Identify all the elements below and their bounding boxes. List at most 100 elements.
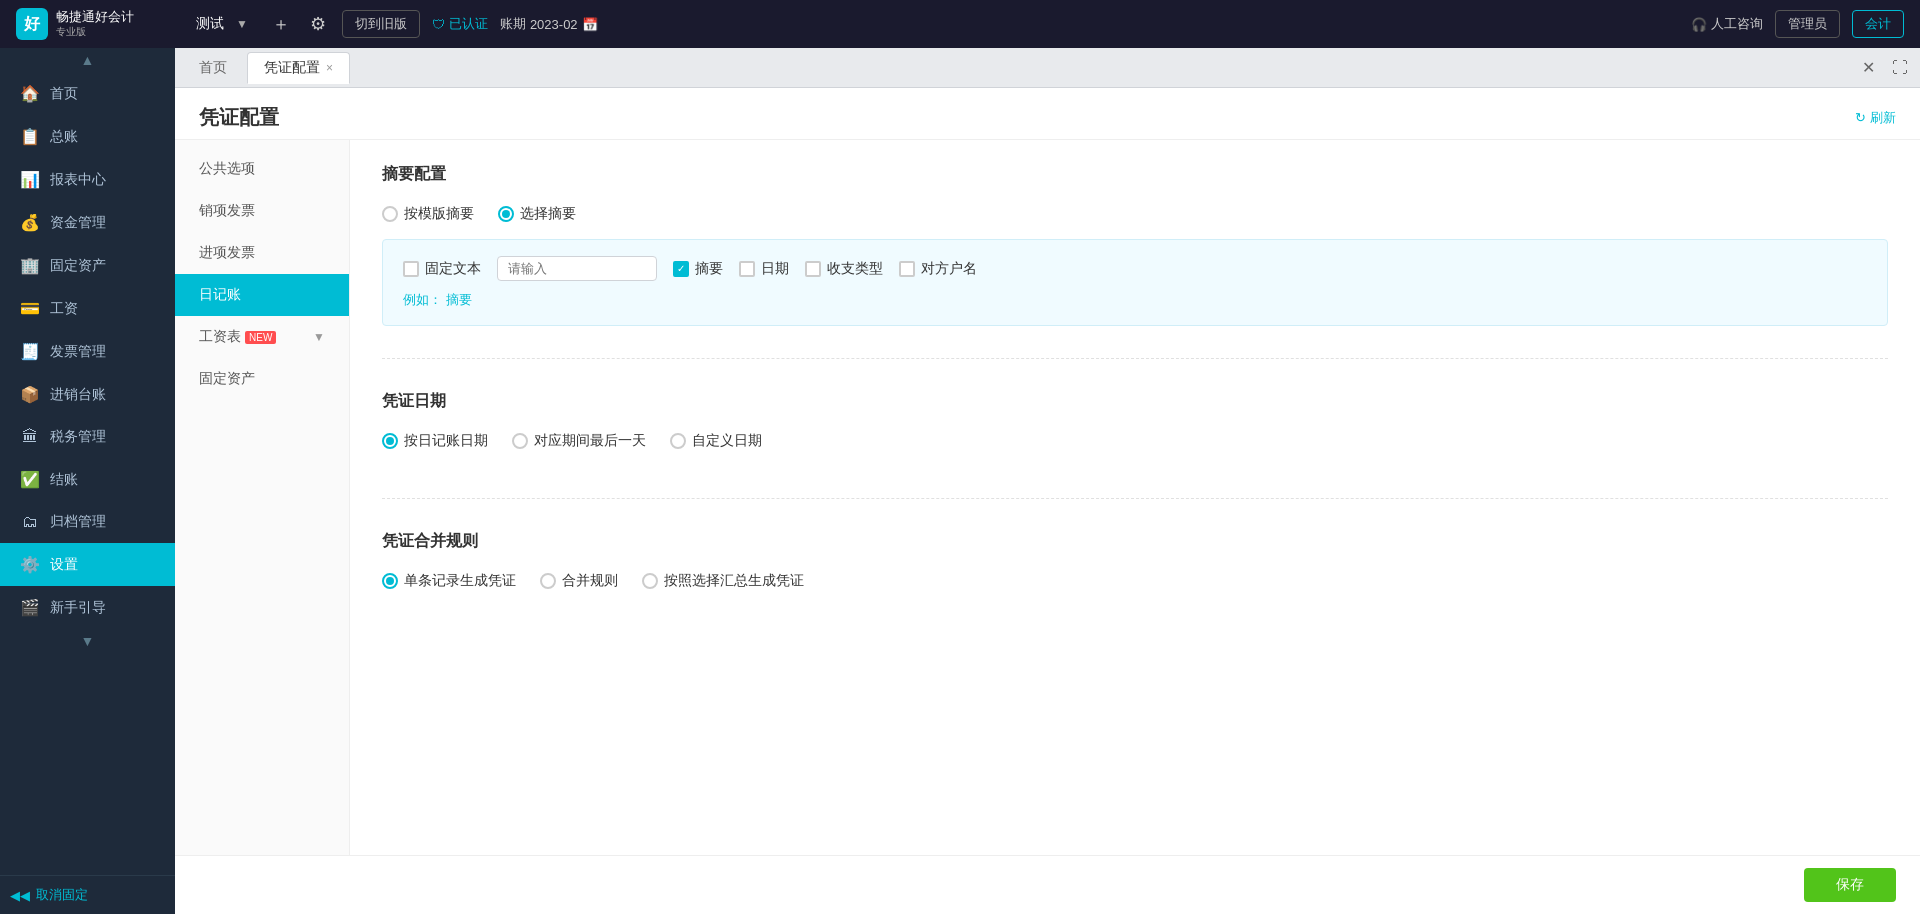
cancel-fixed-label: 取消固定 bbox=[36, 886, 88, 904]
journal-date-label: 按日记账日期 bbox=[404, 432, 488, 450]
sidebar-item-close[interactable]: ✅ 结账 bbox=[0, 458, 175, 501]
sidebar-item-settings[interactable]: ⚙️ 设置 bbox=[0, 543, 175, 586]
left-nav-sales_invoice[interactable]: 销项发票 bbox=[175, 190, 349, 232]
sidebar-label-tax: 税务管理 bbox=[50, 428, 106, 446]
radio-select-summary[interactable]: 选择摘要 bbox=[498, 205, 576, 223]
checkbox-fixed-text[interactable]: 固定文本 bbox=[403, 260, 481, 278]
radio-journal-date[interactable]: 按日记账日期 bbox=[382, 432, 488, 450]
checkbox-counterpart[interactable]: 对方户名 bbox=[899, 260, 977, 278]
company-dropdown-icon[interactable]: ▼ bbox=[236, 17, 248, 31]
sidebar-icon-guide: 🎬 bbox=[20, 598, 40, 617]
save-button[interactable]: 保存 bbox=[1804, 868, 1896, 902]
scroll-up-btn[interactable]: ▲ bbox=[0, 48, 175, 72]
radio-template-summary[interactable]: 按模版摘要 bbox=[382, 205, 474, 223]
custom-date-label: 自定义日期 bbox=[692, 432, 762, 450]
settings-icon[interactable]: ⚙ bbox=[306, 9, 330, 39]
income-type-checkbox bbox=[805, 261, 821, 277]
logo-icon: 好 bbox=[16, 8, 48, 40]
refresh-button[interactable]: ↻ 刷新 bbox=[1855, 109, 1896, 127]
sidebar-item-report[interactable]: 📊 报表中心 bbox=[0, 158, 175, 201]
company-name: 测试 bbox=[196, 15, 224, 33]
calendar-icon[interactable]: 📅 bbox=[582, 17, 598, 32]
left-nav-label-journal: 日记账 bbox=[199, 286, 241, 302]
summary-config-section: 摘要配置 按模版摘要 选择摘要 bbox=[382, 164, 1888, 359]
page-header: 凭证配置 ↻ 刷新 bbox=[175, 88, 1920, 140]
last-day-label: 对应期间最后一天 bbox=[534, 432, 646, 450]
radio-last-day[interactable]: 对应期间最后一天 bbox=[512, 432, 646, 450]
merge-rule-label: 合并规则 bbox=[562, 572, 618, 590]
tab-home[interactable]: 首页 bbox=[183, 53, 243, 83]
admin-button[interactable]: 管理员 bbox=[1775, 10, 1840, 38]
header-actions: ＋ ⚙ 切到旧版 bbox=[268, 8, 420, 40]
top-header: 好 畅捷通好会计 专业版 测试 ▼ ＋ ⚙ 切到旧版 🛡 已认证 账期 2023… bbox=[0, 0, 1920, 48]
sidebar-icon-sales: 📦 bbox=[20, 385, 40, 404]
by-selection-circle bbox=[642, 573, 658, 589]
logo-text: 畅捷通好会计 bbox=[56, 9, 134, 26]
cancel-fixed-button[interactable]: ◀◀ 取消固定 bbox=[0, 875, 175, 914]
sidebar-item-fund[interactable]: 💰 资金管理 bbox=[0, 201, 175, 244]
checkbox-income-type[interactable]: 收支类型 bbox=[805, 260, 883, 278]
checkbox-summary[interactable]: ✓ 摘要 bbox=[673, 260, 723, 278]
sidebar-item-invoice[interactable]: 🧾 发票管理 bbox=[0, 330, 175, 373]
custom-date-circle bbox=[670, 433, 686, 449]
accountant-button[interactable]: 会计 bbox=[1852, 10, 1904, 38]
counterpart-label: 对方户名 bbox=[921, 260, 977, 278]
inner-layout: 公共选项销项发票进项发票日记账工资表NEW▼固定资产 摘要配置 按模版摘要 bbox=[175, 140, 1920, 855]
sidebar-icon-ledger: 📋 bbox=[20, 127, 40, 146]
header-right: 🎧 人工咨询 管理员 会计 bbox=[1691, 10, 1904, 38]
sidebar-item-guide[interactable]: 🎬 新手引导 bbox=[0, 586, 175, 629]
tab-label-home: 首页 bbox=[199, 59, 227, 77]
logo-badge: 专业版 bbox=[56, 25, 134, 39]
consult-button[interactable]: 🎧 人工咨询 bbox=[1691, 15, 1763, 33]
radio-template-circle bbox=[382, 206, 398, 222]
switch-version-button[interactable]: 切到旧版 bbox=[342, 10, 420, 38]
radio-single-record[interactable]: 单条记录生成凭证 bbox=[382, 572, 516, 590]
sidebar-icon-invoice: 🧾 bbox=[20, 342, 40, 361]
checkbox-row: 固定文本 ✓ 摘要 日期 bbox=[403, 256, 1867, 281]
sidebar-icon-fund: 💰 bbox=[20, 213, 40, 232]
add-button[interactable]: ＋ bbox=[268, 8, 294, 40]
sidebar-item-sales[interactable]: 📦 进销台账 bbox=[0, 373, 175, 416]
sidebar-label-invoice: 发票管理 bbox=[50, 343, 106, 361]
period-value: 2023-02 bbox=[530, 17, 578, 32]
sidebar-item-archive[interactable]: 🗂 归档管理 bbox=[0, 501, 175, 543]
headset-icon: 🎧 bbox=[1691, 17, 1707, 32]
window-controls: ✕ ⛶ bbox=[1856, 56, 1912, 80]
sidebar-item-ledger[interactable]: 📋 总账 bbox=[0, 115, 175, 158]
merge-rules-section: 凭证合并规则 单条记录生成凭证 合并规则 bbox=[382, 531, 1888, 638]
left-nav: 公共选项销项发票进项发票日记账工资表NEW▼ 固定资产 bbox=[175, 140, 350, 855]
sidebar: ▲ 🏠 首页 📋 总账 📊 报表中心 💰 资金管理 🏢 固定资产 💳 工资 🧾 … bbox=[0, 48, 175, 914]
sidebar-label-asset: 固定资产 bbox=[50, 257, 106, 275]
sidebar-scroll: ▲ 🏠 首页 📋 总账 📊 报表中心 💰 资金管理 🏢 固定资产 💳 工资 🧾 … bbox=[0, 48, 175, 875]
sidebar-item-asset[interactable]: 🏢 固定资产 bbox=[0, 244, 175, 287]
sidebar-item-tax[interactable]: 🏛 税务管理 bbox=[0, 416, 175, 458]
checkbox-date[interactable]: 日期 bbox=[739, 260, 789, 278]
fixed-text-input[interactable] bbox=[497, 256, 657, 281]
close-window-button[interactable]: ✕ bbox=[1856, 56, 1880, 80]
left-nav-payroll_table[interactable]: 工资表NEW▼ bbox=[175, 316, 349, 358]
left-nav-label-public: 公共选项 bbox=[199, 160, 255, 176]
radio-merge-rule[interactable]: 合并规则 bbox=[540, 572, 618, 590]
radio-by-selection[interactable]: 按照选择汇总生成凭证 bbox=[642, 572, 804, 590]
left-nav-fixed_asset[interactable]: 固定资产 bbox=[175, 358, 349, 400]
sidebar-label-close: 结账 bbox=[50, 471, 78, 489]
sidebar-item-home[interactable]: 🏠 首页 bbox=[0, 72, 175, 115]
summary-checkbox: ✓ bbox=[673, 261, 689, 277]
fullscreen-button[interactable]: ⛶ bbox=[1888, 56, 1912, 80]
left-nav-journal[interactable]: 日记账 bbox=[175, 274, 349, 316]
left-nav-purchase_invoice[interactable]: 进项发票 bbox=[175, 232, 349, 274]
left-nav-label-fixed_asset: 固定资产 bbox=[199, 370, 255, 386]
left-nav-public[interactable]: 公共选项 bbox=[175, 148, 349, 190]
tab-close-voucher_config[interactable]: × bbox=[326, 62, 333, 74]
radio-custom-date[interactable]: 自定义日期 bbox=[670, 432, 762, 450]
sidebar-icon-report: 📊 bbox=[20, 170, 40, 189]
tab-voucher_config[interactable]: 凭证配置× bbox=[247, 52, 350, 84]
scroll-down-btn[interactable]: ▼ bbox=[0, 629, 175, 653]
sidebar-icon-home: 🏠 bbox=[20, 84, 40, 103]
sidebar-icon-close: ✅ bbox=[20, 470, 40, 489]
sidebar-item-payroll[interactable]: 💳 工资 bbox=[0, 287, 175, 330]
date-label: 日期 bbox=[761, 260, 789, 278]
income-type-label: 收支类型 bbox=[827, 260, 883, 278]
merge-rule-circle bbox=[540, 573, 556, 589]
example-value: 摘要 bbox=[446, 292, 472, 307]
